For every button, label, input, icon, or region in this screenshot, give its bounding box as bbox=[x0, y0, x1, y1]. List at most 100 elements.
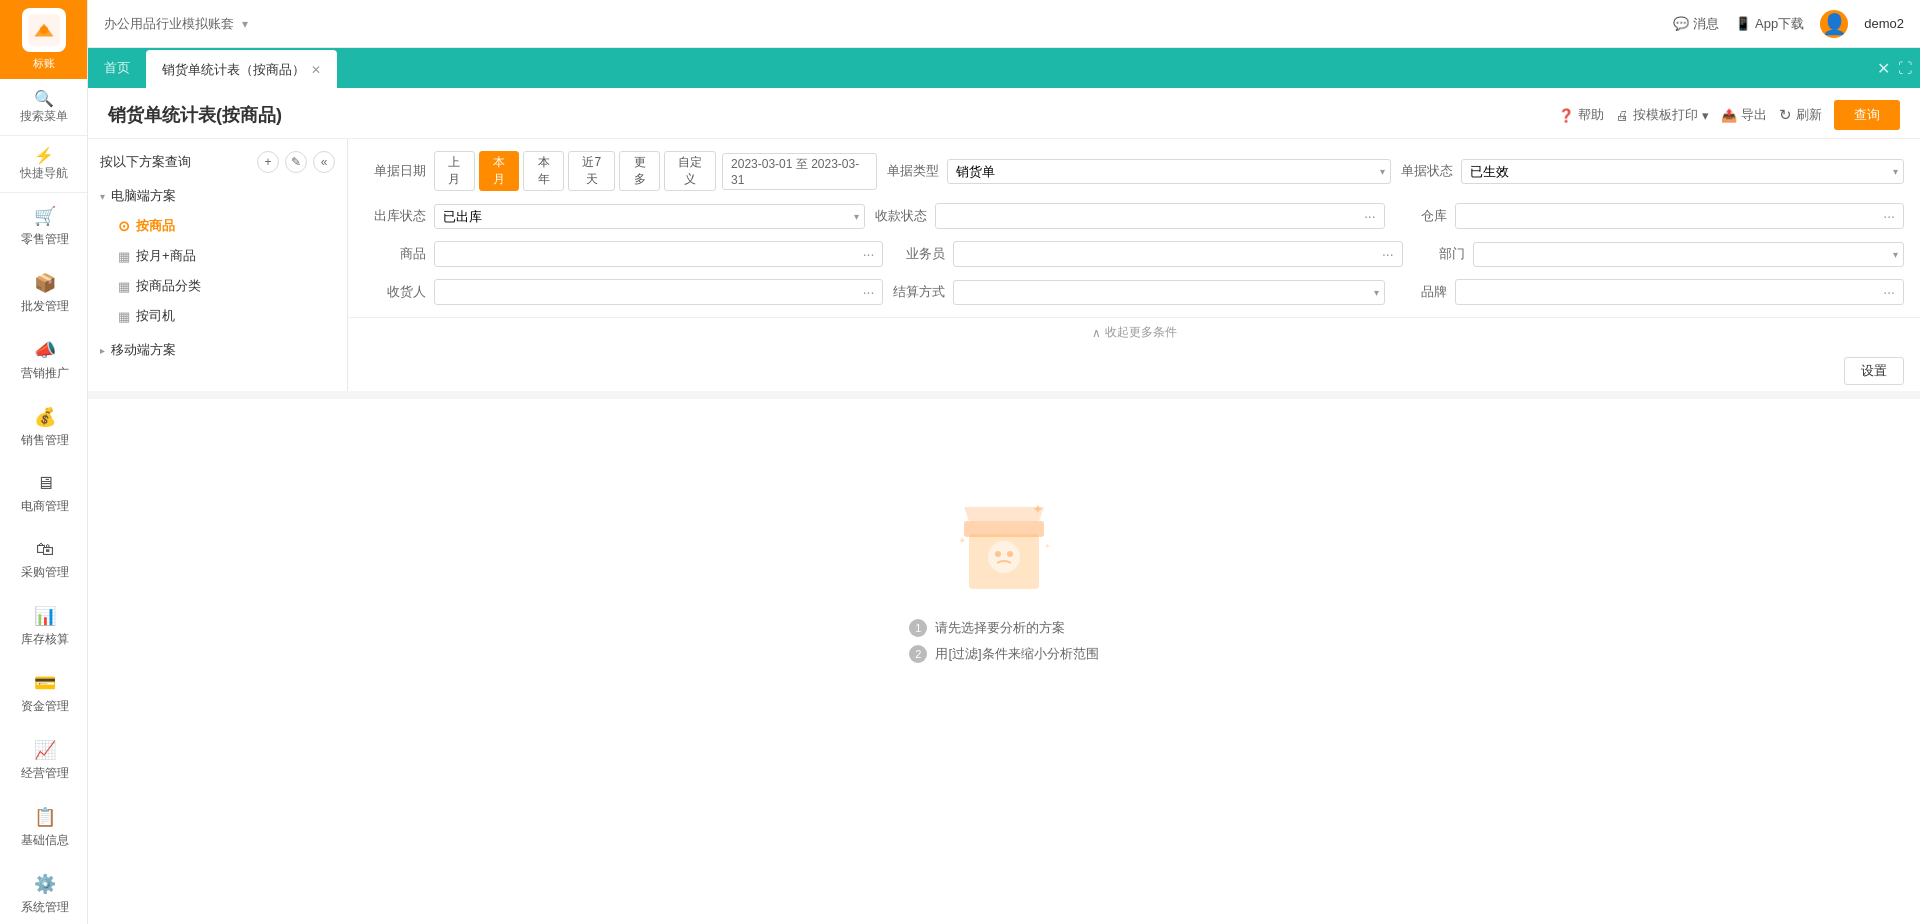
app-download-btn[interactable]: 📱 App下载 bbox=[1735, 15, 1804, 33]
sidebar-item-finance-label: 资金管理 bbox=[21, 698, 69, 715]
sidebar-item-marketing-label: 营销推广 bbox=[21, 365, 69, 382]
sidebar-item-ecommerce[interactable]: 🖥 电商管理 bbox=[0, 461, 87, 527]
goods-dots[interactable]: ··· bbox=[863, 246, 875, 262]
paystatus-dots[interactable]: ··· bbox=[1364, 208, 1376, 224]
refresh-label: 刷新 bbox=[1796, 106, 1822, 124]
scheme-item-month-goods[interactable]: ▦ 按月+商品 bbox=[88, 241, 347, 271]
sidebar-item-marketing[interactable]: 📣 营销推广 bbox=[0, 327, 87, 394]
tab-sales-report-label: 销货单统计表（按商品） bbox=[162, 61, 305, 79]
filter-row-1: 单据日期 上月 本月 本年 近7天 更多 自定义 2023-03-01 至 20… bbox=[364, 151, 1904, 191]
filter-doctype-wrapper: 销货单 bbox=[947, 159, 1390, 184]
date-btn-this-year[interactable]: 本年 bbox=[523, 151, 564, 191]
sidebar-quicknav-label: 快捷导航 bbox=[4, 165, 83, 182]
tab-bar: 首页 销货单统计表（按商品） ✕ ✕ ⛶ bbox=[88, 48, 1920, 88]
collapse-bar[interactable]: ∧ 收起更多条件 bbox=[348, 317, 1920, 347]
filter-doctype-select[interactable]: 销货单 bbox=[947, 159, 1390, 184]
sidebar-item-purchase-label: 采购管理 bbox=[21, 564, 69, 581]
sidebar-item-system[interactable]: ⚙️ 系统管理 bbox=[0, 861, 87, 924]
sidebar-item-purchase[interactable]: 🛍 采购管理 bbox=[0, 527, 87, 593]
date-btn-more[interactable]: 更多 bbox=[619, 151, 660, 191]
app-title: 办公用品行业模拟账套 bbox=[104, 15, 234, 33]
filter-row-3: 商品 ··· 业务员 ··· 部门 bbox=[364, 241, 1904, 267]
date-btn-this-month[interactable]: 本月 bbox=[479, 151, 520, 191]
filter-row-4: 收货人 ··· 结算方式 品牌 bbox=[364, 279, 1904, 305]
filter-paystatus-label: 收款状态 bbox=[865, 207, 935, 225]
sidebar-item-inventory[interactable]: 📊 库存核算 bbox=[0, 593, 87, 660]
filter-goods-input[interactable]: ··· bbox=[434, 241, 883, 267]
date-range-display[interactable]: 2023-03-01 至 2023-03-31 bbox=[722, 153, 877, 190]
scheme-header: 按以下方案查询 + ✎ « bbox=[88, 147, 347, 177]
tab-close-window-btn[interactable]: ✕ bbox=[1877, 59, 1890, 78]
scheme-group-pc-header[interactable]: ▾ 电脑端方案 bbox=[88, 181, 347, 211]
app-dropdown-icon[interactable]: ▾ bbox=[242, 17, 248, 31]
filter-salesman-label: 业务员 bbox=[883, 245, 953, 263]
message-label: 消息 bbox=[1693, 15, 1719, 33]
sidebar-item-retail[interactable]: 🛒 零售管理 bbox=[0, 193, 87, 260]
filter-form-area: 单据日期 上月 本月 本年 近7天 更多 自定义 2023-03-01 至 20… bbox=[348, 139, 1920, 391]
filter-paystatus-input[interactable]: ··· bbox=[935, 203, 1384, 229]
filter-docstatus-select[interactable]: 已生效 bbox=[1461, 159, 1904, 184]
top-header: 办公用品行业模拟账套 ▾ 💬 消息 📱 App下载 👤 demo2 bbox=[88, 0, 1920, 48]
logo-icon bbox=[22, 8, 66, 52]
empty-illustration: ✦ ✦ ✦ bbox=[944, 479, 1064, 599]
scheme-group-mobile: ▸ 移动端方案 bbox=[88, 335, 347, 365]
filter-receiver-input[interactable]: ··· bbox=[434, 279, 883, 305]
app-download-icon: 📱 bbox=[1735, 16, 1751, 31]
export-btn[interactable]: 📤 导出 bbox=[1721, 106, 1767, 124]
scheme-edit-btn[interactable]: ✎ bbox=[285, 151, 307, 173]
filter-settle-select[interactable] bbox=[953, 280, 1384, 305]
sidebar-search[interactable]: 🔍 搜索菜单 bbox=[0, 79, 87, 136]
receiver-dots[interactable]: ··· bbox=[863, 284, 875, 300]
scheme-add-icon: + bbox=[264, 155, 271, 169]
sidebar-item-sales-label: 销售管理 bbox=[21, 432, 69, 449]
refresh-btn[interactable]: ↻ 刷新 bbox=[1779, 106, 1822, 124]
message-btn[interactable]: 💬 消息 bbox=[1673, 15, 1719, 33]
header-left: 办公用品行业模拟账套 ▾ bbox=[104, 15, 248, 33]
tab-close-btn[interactable]: ✕ bbox=[311, 63, 321, 77]
scheme-header-title: 按以下方案查询 bbox=[100, 153, 191, 171]
warehouse-dots[interactable]: ··· bbox=[1883, 208, 1895, 224]
sidebar-quicknav[interactable]: ⚡ 快捷导航 bbox=[0, 136, 87, 193]
filter-warehouse-input[interactable]: ··· bbox=[1455, 203, 1904, 229]
scheme-item-label-2: 按月+商品 bbox=[136, 247, 196, 265]
print-icon: 🖨 bbox=[1616, 108, 1629, 123]
tab-expand-btn[interactable]: ⛶ bbox=[1898, 60, 1912, 76]
empty-hint-1: 1 请先选择要分析的方案 bbox=[909, 619, 1098, 637]
svg-point-4 bbox=[988, 541, 1020, 573]
filter-dept-wrapper bbox=[1473, 242, 1904, 267]
scheme-add-btn[interactable]: + bbox=[257, 151, 279, 173]
salesman-dots[interactable]: ··· bbox=[1382, 246, 1394, 262]
date-btn-7days[interactable]: 近7天 bbox=[568, 151, 615, 191]
filter-salesman-input[interactable]: ··· bbox=[953, 241, 1402, 267]
filter-outstatus-select[interactable]: 已出库 bbox=[434, 204, 865, 229]
sidebar-item-basic[interactable]: 📋 基础信息 bbox=[0, 794, 87, 861]
filter-brand-input[interactable]: ··· bbox=[1455, 279, 1904, 305]
date-btn-custom[interactable]: 自定义 bbox=[664, 151, 716, 191]
scheme-item-category[interactable]: ▦ 按商品分类 bbox=[88, 271, 347, 301]
message-icon: 💬 bbox=[1673, 16, 1689, 31]
collapse-label: 收起更多条件 bbox=[1105, 324, 1177, 341]
ecommerce-icon: 🖥 bbox=[36, 473, 54, 494]
sidebar-item-wholesale[interactable]: 📦 批发管理 bbox=[0, 260, 87, 327]
sidebar-item-finance[interactable]: 💳 资金管理 bbox=[0, 660, 87, 727]
filter-dept-select[interactable] bbox=[1473, 242, 1904, 267]
query-btn[interactable]: 查询 bbox=[1834, 100, 1900, 130]
tab-sales-report[interactable]: 销货单统计表（按商品） ✕ bbox=[146, 50, 337, 90]
scheme-item-by-goods[interactable]: ⊙ 按商品 bbox=[88, 211, 347, 241]
scheme-panel: 按以下方案查询 + ✎ « bbox=[88, 139, 348, 391]
user-name[interactable]: demo2 bbox=[1864, 16, 1904, 31]
sidebar-item-wholesale-label: 批发管理 bbox=[21, 298, 69, 315]
date-btn-last-month[interactable]: 上月 bbox=[434, 151, 475, 191]
logo-area[interactable]: 标账 bbox=[0, 0, 87, 79]
tab-home[interactable]: 首页 bbox=[88, 48, 146, 88]
sidebar-item-sales[interactable]: 💰 销售管理 bbox=[0, 394, 87, 461]
print-btn[interactable]: 🖨 按模板打印 ▾ bbox=[1616, 106, 1709, 124]
help-btn[interactable]: ❓ 帮助 bbox=[1558, 106, 1604, 124]
settings-btn[interactable]: 设置 bbox=[1844, 357, 1904, 385]
sidebar-item-operation[interactable]: 📈 经营管理 bbox=[0, 727, 87, 794]
scheme-collapse-btn[interactable]: « bbox=[313, 151, 335, 173]
scheme-group-mobile-header[interactable]: ▸ 移动端方案 bbox=[88, 335, 347, 365]
brand-dots[interactable]: ··· bbox=[1883, 284, 1895, 300]
scheme-item-driver[interactable]: ▦ 按司机 bbox=[88, 301, 347, 331]
user-avatar[interactable]: 👤 bbox=[1820, 10, 1848, 38]
